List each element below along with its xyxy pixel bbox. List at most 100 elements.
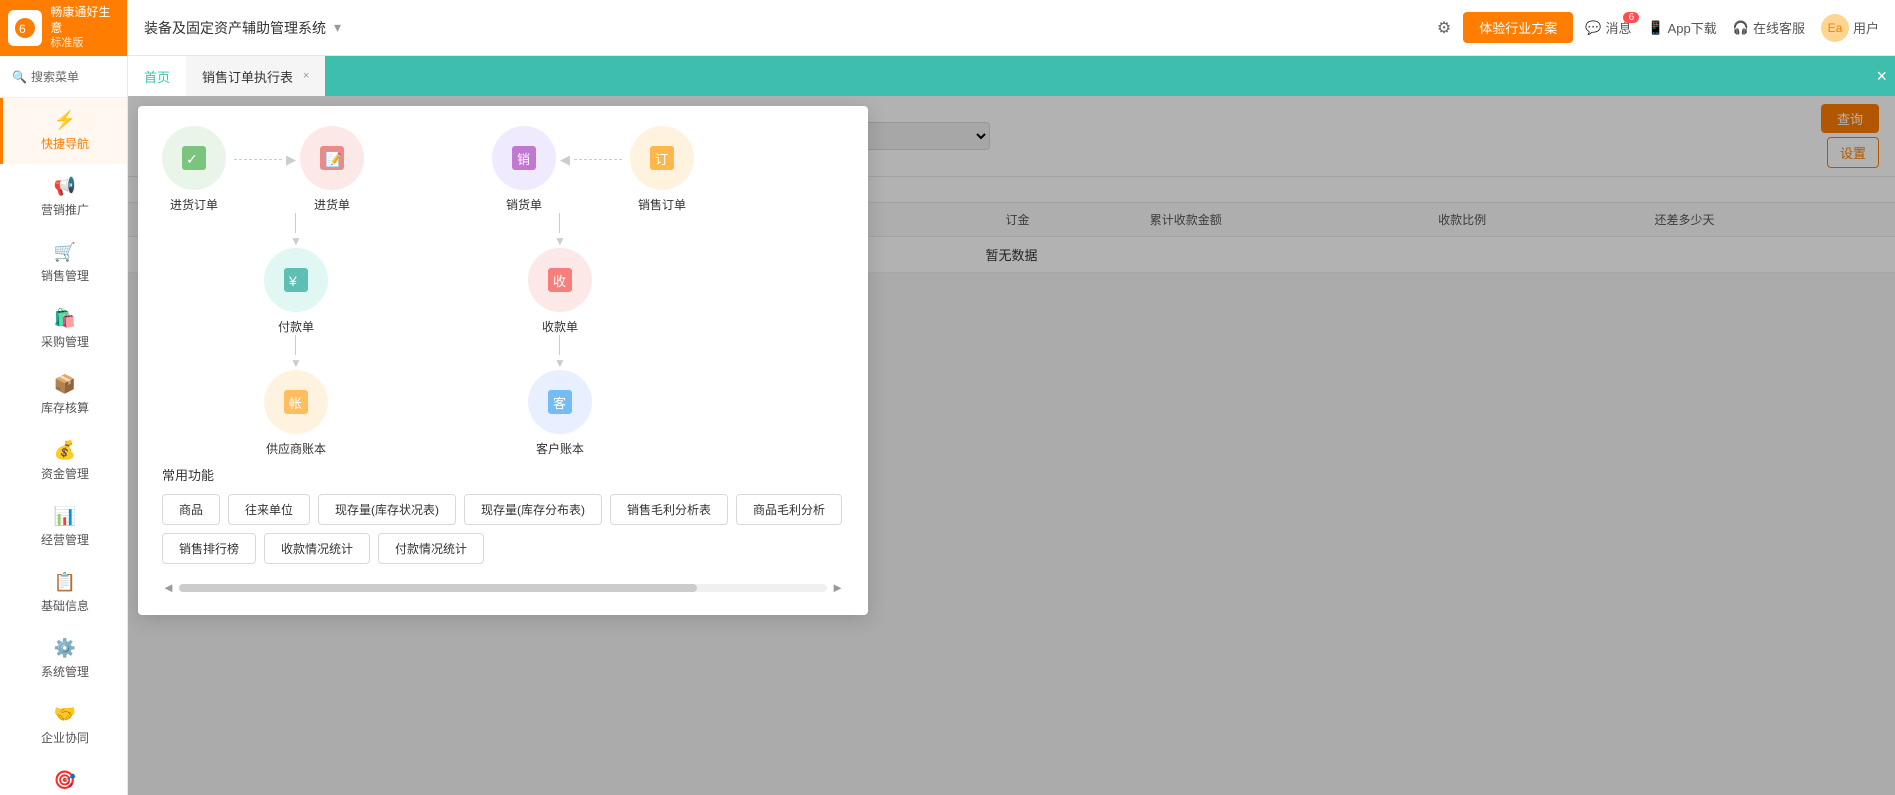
scroll-right-icon[interactable]: ► [831,580,844,595]
sidebar-item-finance[interactable]: 💰 资金管理 [0,428,127,494]
sidebar-item-collab[interactable]: 🤝 企业协同 [0,692,127,758]
sidebar-search-section: 🔍 搜索菜单 [0,56,127,98]
base-info-icon: 📋 [54,572,76,593]
sales-flow-group: 销 销货单 ◀ [492,126,694,457]
sales-bill-circle: 销 [492,126,556,190]
sidebar-item-quick-guide[interactable]: ⚡ 快捷导航 [0,98,127,164]
quick-guide-modal: ✓ 进货订单 ▶ [138,106,868,615]
common-buttons-row1: 商品 往来单位 现存量(库存状况表) 现存量(库存分布表) 销售毛利分析表 商品… [162,494,844,525]
sales-icon: 🛒 [54,242,76,263]
customer-node-row: 客 客户账本 [528,370,592,457]
search-menu-button[interactable]: 🔍 搜索菜单 [8,64,119,89]
main-area: 装备及固定资产辅助管理系统 ▾ ⚙ 体验行业方案 💬 消息 6 📱 App下载 … [128,0,1895,795]
purchase-order-node[interactable]: ✓ 进货订单 [162,126,226,213]
sales-order-circle: 订 [630,126,694,190]
supplier-node-row: 帐 供应商账本 [264,370,328,457]
arrow-down-customer: ▼ [554,335,566,370]
arrow-salesorder-to-bill: ◀ [560,152,626,188]
customer-account-node[interactable]: 客 客户账本 [528,370,592,457]
receipt-bill-circle: 收 [528,248,592,312]
user-menu[interactable]: Ea 用户 [1821,14,1879,42]
payment-bill-node[interactable]: ¥ 付款单 [264,248,328,335]
supplier-account-circle: 帐 [264,370,328,434]
purchase-icon: 🛍️ [54,308,76,329]
btn-receipt-stats[interactable]: 收款情况统计 [264,533,370,564]
btn-sales-margin[interactable]: 销售毛利分析表 [610,494,728,525]
btn-stock-status[interactable]: 现存量(库存状况表) [318,494,456,525]
btn-stock-dist[interactable]: 现存量(库存分布表) [464,494,602,525]
sidebar-item-purchase[interactable]: 🛍️ 采购管理 [0,296,127,362]
payment-bill-circle: ¥ [264,248,328,312]
flow-chart-area: ✓ 进货订单 ▶ [162,126,844,457]
message-icon: 💬 [1585,20,1601,36]
topbar-right: 💬 消息 6 📱 App下载 🎧 在线客服 Ea 用户 [1585,14,1879,42]
sidebar-item-system[interactable]: ⚙️ 系统管理 [0,626,127,692]
system-name: 装备及固定资产辅助管理系统 [144,18,326,38]
sidebar-item-marketing[interactable]: 📢 营销推广 [0,164,127,230]
message-badge: 6 [1623,12,1639,23]
purchase-order-label: 进货订单 [170,196,218,213]
svg-text:✓: ✓ [186,151,198,167]
btn-sales-rank[interactable]: 销售排行榜 [162,533,256,564]
scroll-left-icon[interactable]: ◄ [162,580,175,595]
sidebar-item-operation[interactable]: 📊 经营管理 [0,494,127,560]
receipt-bill-node[interactable]: 收 收款单 [528,248,592,335]
tab-bar-close-icon[interactable]: × [1876,66,1887,87]
svg-text:客: 客 [553,396,566,411]
customer-account-circle: 客 [528,370,592,434]
sidebar-item-sales[interactable]: 🛒 销售管理 [0,230,127,296]
svg-text:📝: 📝 [325,151,342,168]
svg-text:收: 收 [553,274,566,289]
collab-icon: 🤝 [54,704,76,725]
sales-order-node[interactable]: 订 销售订单 [630,126,694,213]
supplier-account-node[interactable]: 帐 供应商账本 [264,370,328,457]
btn-product[interactable]: 商品 [162,494,220,525]
sidebar-logo: 6 畅康通好生意 标准版 [0,0,127,56]
modal-scrollbar[interactable]: ◄ ► [162,580,844,595]
tab-home[interactable]: 首页 [128,56,186,96]
arrow-down-payment: ▼ [290,213,302,248]
customer-account-label: 客户账本 [536,440,584,457]
svg-text:6: 6 [19,22,26,36]
online-service-button[interactable]: 🎧 在线客服 [1733,18,1805,37]
app-icon: 📱 [1647,20,1663,36]
purchase-bill-circle: 📝 [300,126,364,190]
inventory-icon: 📦 [54,374,76,395]
trial-button[interactable]: 体验行业方案 [1463,12,1573,43]
btn-counterparty[interactable]: 往来单位 [228,494,310,525]
svg-text:¥: ¥ [288,273,297,289]
arrow-purchase-to-bill: ▶ [230,152,296,188]
sidebar-item-newbie[interactable]: 🎯 新手引导 [0,758,127,795]
tab-close-icon[interactable]: × [303,70,309,82]
svg-text:订: 订 [655,152,668,167]
service-icon: 🎧 [1733,20,1749,36]
overlay[interactable]: ✓ 进货订单 ▶ [128,96,1895,795]
sidebar-item-inventory[interactable]: 📦 库存核算 [0,362,127,428]
tab-sales-order[interactable]: 销售订单执行表 × [186,56,325,96]
sidebar: 6 畅康通好生意 标准版 🔍 搜索菜单 ⚡ 快捷导航 📢 营销推广 [0,0,128,795]
scrollbar-thumb [179,584,698,592]
sales-bill-node[interactable]: 销 销货单 [492,126,556,213]
content-area: ❓ 帮助 🖨 按模板打印 ▾ ⬆ 导出 🔄 刷新 [128,96,1895,795]
finance-icon: 💰 [54,440,76,461]
gear-icon[interactable]: ⚙ [1437,18,1451,38]
common-buttons-row2: 销售排行榜 收款情况统计 付款情况统计 [162,533,844,564]
receipt-node-row: 收 收款单 [528,248,592,335]
modal-scroll-area: ✓ 进货订单 ▶ [162,126,844,595]
purchase-bill-node[interactable]: 📝 进货单 [300,126,364,213]
btn-product-margin[interactable]: 商品毛利分析 [736,494,842,525]
app-download-button[interactable]: 📱 App下载 [1647,18,1716,37]
sidebar-item-base-info[interactable]: 📋 基础信息 [0,560,127,626]
purchase-order-circle: ✓ [162,126,226,190]
tab-bar: 首页 销售订单执行表 × × [128,56,1895,96]
btn-payment-stats[interactable]: 付款情况统计 [378,533,484,564]
common-functions-title: 常用功能 [162,465,844,484]
supplier-account-label: 供应商账本 [266,440,326,457]
topbar-title: 装备及固定资产辅助管理系统 ▾ [144,18,1425,38]
system-icon: ⚙️ [54,638,76,659]
quick-guide-icon: ⚡ [54,110,76,131]
purchase-flow-row: ✓ 进货订单 ▶ [162,126,364,213]
message-button[interactable]: 💬 消息 6 [1585,18,1631,37]
scrollbar-track[interactable] [179,584,827,592]
purchase-bill-label: 进货单 [314,196,350,213]
